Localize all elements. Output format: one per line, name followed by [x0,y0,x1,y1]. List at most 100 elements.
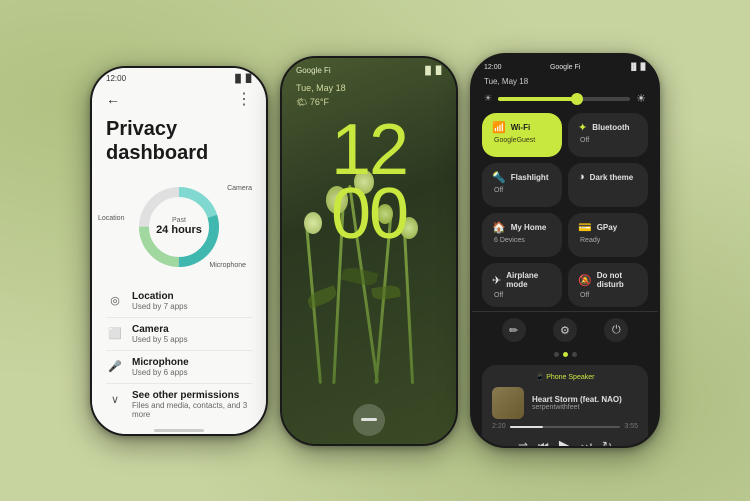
page-dot-3 [572,352,577,357]
music-artist: serpentwithfeet [532,404,638,411]
bluetooth-tile-name: Bluetooth [592,123,629,132]
wifi-tile[interactable]: 📶 Wi-Fi GoogleGuest [482,113,562,157]
wifi-tile-sub: GoogleGuest [492,137,552,144]
phone2-signal-icon: ▐▌ ▉ [422,66,442,75]
camera-sub: Used by 5 apps [132,335,188,344]
brightness-high-icon: ☀ [636,92,646,105]
my-home-tile-name: My Home [511,223,547,232]
phone2-clock: 1200 [282,108,456,258]
microphone-sub: Used by 6 apps [132,368,189,377]
music-player: 📱 Phone Speaker Heart Storm (feat. NAO) … [482,365,648,446]
more-options-icon[interactable]: ⋮ [236,89,252,109]
wifi-icon: 📶 [492,121,506,134]
bluetooth-tile-header: ✦ Bluetooth [578,121,638,134]
dnd-tile[interactable]: 🔕 Do not disturb Off [568,263,648,307]
chevron-down-icon: ∨ [106,391,124,409]
phone1-status-bar: 12:00 ▐▌ ▉ [92,68,266,85]
privacy-dashboard-title: Privacy dashboard [92,113,266,173]
phone2-weather: 🌤 76°F [282,97,456,108]
donut-past-label: Past [156,217,202,224]
phone2-status-bar: Google Fi ▐▌ ▉ [282,58,456,79]
music-info: Heart Storm (feat. NAO) serpentwithfeet [532,395,638,411]
dark-theme-tile-header: ◑ Dark theme [578,171,638,183]
dnd-icon: 🔕 [578,274,592,287]
shuffle-button[interactable]: ⇌ [518,439,528,446]
music-time-start: 2:20 [492,423,506,430]
gpay-icon: 💳 [578,221,592,234]
flashlight-tile[interactable]: 🔦 Flashlight Off [482,163,562,207]
gpay-tile[interactable]: 💳 GPay Ready [568,213,648,257]
flashlight-icon: 🔦 [492,171,506,184]
page-dots [472,348,658,361]
donut-hours-label: 24 hours [156,224,202,236]
list-item[interactable]: ◎ Location Used by 7 apps [106,285,252,318]
phone2-screen: Google Fi ▐▌ ▉ Tue, May 18 🌤 76°F 1200 [282,58,456,444]
phone3-signal-icons: ▐▌ ▉ [629,63,646,71]
page-dot-1 [554,352,559,357]
home-indicator-icon [361,418,377,421]
my-home-tile-sub: 6 Devices [492,237,552,244]
list-item[interactable]: 🎤 Microphone Used by 6 apps [106,351,252,384]
phones-container: 12:00 ▐▌ ▉ ← ⋮ Privacy dashboard [70,33,680,468]
location-icon: ◎ [106,292,124,310]
phone-privacy-dashboard: 12:00 ▐▌ ▉ ← ⋮ Privacy dashboard [90,66,268,436]
music-progress-bar[interactable] [510,426,621,428]
phone1-screen: 12:00 ▐▌ ▉ ← ⋮ Privacy dashboard [92,68,266,434]
phone3-app-name: Google Fi [550,64,580,71]
edit-icon[interactable]: ✏ [502,318,526,342]
my-home-tile[interactable]: 🏠 My Home 6 Devices [482,213,562,257]
phone3-time: 12:00 [484,64,502,71]
next-button[interactable]: ⏭ [581,439,592,447]
back-icon[interactable]: ← [106,91,120,107]
phone1-time: 12:00 [106,74,126,83]
camera-icon: ⬜ [106,325,124,343]
gpay-tile-sub: Ready [578,237,638,244]
donut-camera-label: Camera [227,185,252,192]
dnd-tile-sub: Off [578,292,638,299]
home-icon: 🏠 [492,221,506,234]
brightness-slider[interactable] [498,97,630,101]
music-control-buttons: ⇌ ⏮ ▶ ⏭ ↻ [492,434,638,446]
power-icon[interactable]: ⏻ [604,318,628,342]
quick-settings-grid: 📶 Wi-Fi GoogleGuest ✦ Bluetooth Off 🔦 [472,109,658,311]
album-art [492,387,524,419]
bluetooth-icon: ✦ [578,121,587,134]
home-button[interactable] [353,404,385,436]
play-pause-button[interactable]: ▶ [559,436,571,446]
list-item[interactable]: ⬜ Camera Used by 5 apps [106,318,252,351]
music-progress-row: 2:20 3:55 [492,419,638,434]
music-source: 📱 Phone Speaker [536,373,595,381]
donut-center: Past 24 hours [156,217,202,236]
page-dot-2 [563,352,568,357]
phone3-screen: 12:00 Google Fi ▐▌ ▉ Tue, May 18 ☀ ☀ 📶 [472,55,658,446]
music-title: Heart Storm (feat. NAO) [532,395,638,404]
privacy-other-text: See other permissions Files and media, c… [132,390,252,419]
dnd-tile-name: Do not disturb [597,271,638,289]
airplane-tile-header: ✈ Airplane mode [492,271,552,289]
phone2-app-name: Google Fi [296,66,331,75]
donut-chart: Past 24 hours Camera Location Microphone [92,177,266,277]
brightness-low-icon: ☀ [484,93,492,104]
repeat-button[interactable]: ↻ [602,439,612,446]
phone1-signal: ▐▌ ▉ [232,74,252,83]
microphone-name: Microphone [132,357,189,368]
music-time-end: 3:55 [624,423,638,430]
other-permissions-sub: Files and media, contacts, and 3 more [132,401,252,419]
gpay-tile-name: GPay [597,223,617,232]
phone-quick-settings: 12:00 Google Fi ▐▌ ▉ Tue, May 18 ☀ ☀ 📶 [470,53,660,448]
location-sub: Used by 7 apps [132,302,188,311]
phone1-nav-bar: ← ⋮ [92,85,266,113]
bluetooth-tile[interactable]: ✦ Bluetooth Off [568,113,648,157]
previous-button[interactable]: ⏮ [538,439,549,447]
phone2-date: Tue, May 18 [282,79,456,97]
dark-theme-tile[interactable]: ◑ Dark theme [568,163,648,207]
list-item[interactable]: ∨ See other permissions Files and media,… [106,384,252,425]
flashlight-tile-name: Flashlight [511,173,549,182]
other-permissions-name: See other permissions [132,390,252,401]
gpay-tile-header: 💳 GPay [578,221,638,234]
airplane-tile-sub: Off [492,292,552,299]
location-name: Location [132,291,188,302]
settings-icon[interactable]: ⚙ [553,318,577,342]
donut-location-label: Location [98,215,124,222]
airplane-tile[interactable]: ✈ Airplane mode Off [482,263,562,307]
